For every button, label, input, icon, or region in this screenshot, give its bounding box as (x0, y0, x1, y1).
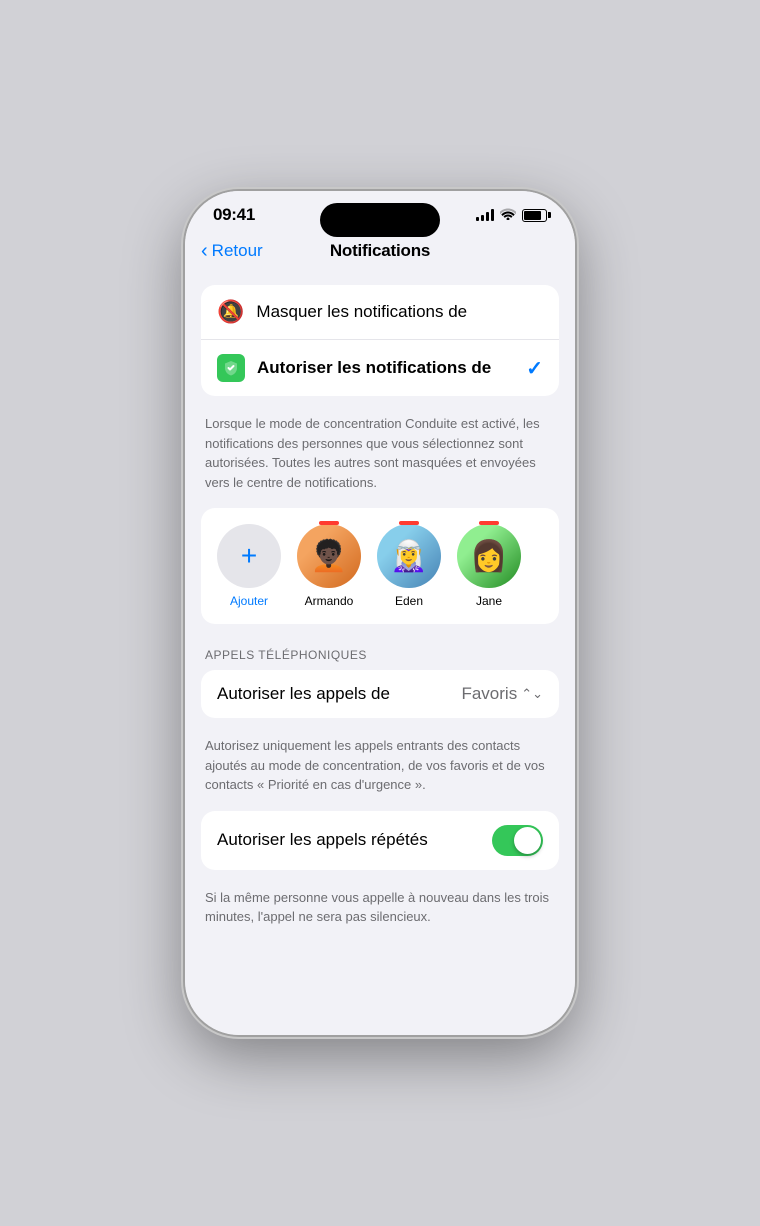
notifications-description: Lorsque le mode de concentration Conduit… (201, 404, 559, 508)
notification-options-card: 🔕 Masquer les notifications de Autoriser… (201, 285, 559, 396)
armando-avatar: 🧑🏿‍🦱 (297, 524, 361, 588)
wifi-icon (500, 208, 516, 223)
eden-avatar: 🧝‍♀️ (377, 524, 441, 588)
person-jane[interactable]: 👩 Jane (457, 524, 521, 608)
nav-header: ‹ Retour Notifications (185, 233, 575, 273)
eden-remove-badge (399, 521, 419, 525)
calls-description: Autorisez uniquement les appels entrants… (201, 726, 559, 811)
page-title: Notifications (330, 241, 430, 261)
phone-frame: 09:41 (185, 191, 575, 1035)
add-plus-icon: + (241, 542, 257, 570)
add-person-label: Ajouter (230, 594, 268, 608)
allow-calls-row[interactable]: Autoriser les appels de Favoris ⌃⌄ (201, 670, 559, 718)
allow-notifications-label: Autoriser les notifications de (257, 358, 514, 378)
back-chevron-icon: ‹ (201, 241, 208, 261)
dynamic-island (320, 203, 440, 237)
battery-icon (522, 209, 547, 222)
allow-calls-value-wrapper: Favoris ⌃⌄ (461, 684, 543, 704)
armando-remove-badge (319, 521, 339, 525)
armando-name: Armando (305, 594, 354, 608)
status-time: 09:41 (213, 205, 255, 225)
hide-notifications-label: Masquer les notifications de (256, 302, 543, 322)
hide-notifications-row[interactable]: 🔕 Masquer les notifications de (201, 285, 559, 339)
jane-avatar: 👩 (457, 524, 521, 588)
phone-calls-section-label: APPELS TÉLÉPHONIQUES (201, 632, 559, 670)
toggle-thumb (514, 827, 541, 854)
add-person-button[interactable]: + Ajouter (217, 524, 281, 608)
signal-icon (476, 209, 494, 221)
allow-calls-card: Autoriser les appels de Favoris ⌃⌄ (201, 670, 559, 718)
allow-calls-value: Favoris (461, 684, 517, 704)
muted-bell-icon: 🔕 (217, 299, 244, 325)
person-armando[interactable]: 🧑🏿‍🦱 Armando (297, 524, 361, 608)
repeated-calls-row: Autoriser les appels répétés (201, 811, 559, 870)
eden-name: Eden (395, 594, 423, 608)
content-area: 🔕 Masquer les notifications de Autoriser… (185, 273, 575, 1035)
repeated-calls-description: Si la même personne vous appelle à nouve… (201, 878, 559, 943)
people-card: + Ajouter 🧑🏿‍🦱 Armando (201, 508, 559, 624)
back-button[interactable]: ‹ Retour (201, 241, 263, 261)
checkmark-icon: ✓ (526, 356, 543, 381)
repeated-calls-toggle[interactable] (492, 825, 543, 856)
person-eden[interactable]: 🧝‍♀️ Eden (377, 524, 441, 608)
jane-name: Jane (476, 594, 502, 608)
jane-remove-badge (479, 521, 499, 525)
allow-calls-label: Autoriser les appels de (217, 684, 390, 704)
allow-notifications-row[interactable]: Autoriser les notifications de ✓ (201, 339, 559, 396)
status-icons (476, 208, 547, 223)
green-shield-icon (217, 354, 245, 382)
repeated-calls-label: Autoriser les appels répétés (217, 830, 428, 850)
people-row: + Ajouter 🧑🏿‍🦱 Armando (217, 524, 543, 608)
add-avatar: + (217, 524, 281, 588)
repeated-calls-card: Autoriser les appels répétés (201, 811, 559, 870)
back-label: Retour (212, 241, 263, 261)
chevron-updown-icon: ⌃⌄ (521, 686, 543, 702)
screen: 09:41 (185, 191, 575, 1035)
